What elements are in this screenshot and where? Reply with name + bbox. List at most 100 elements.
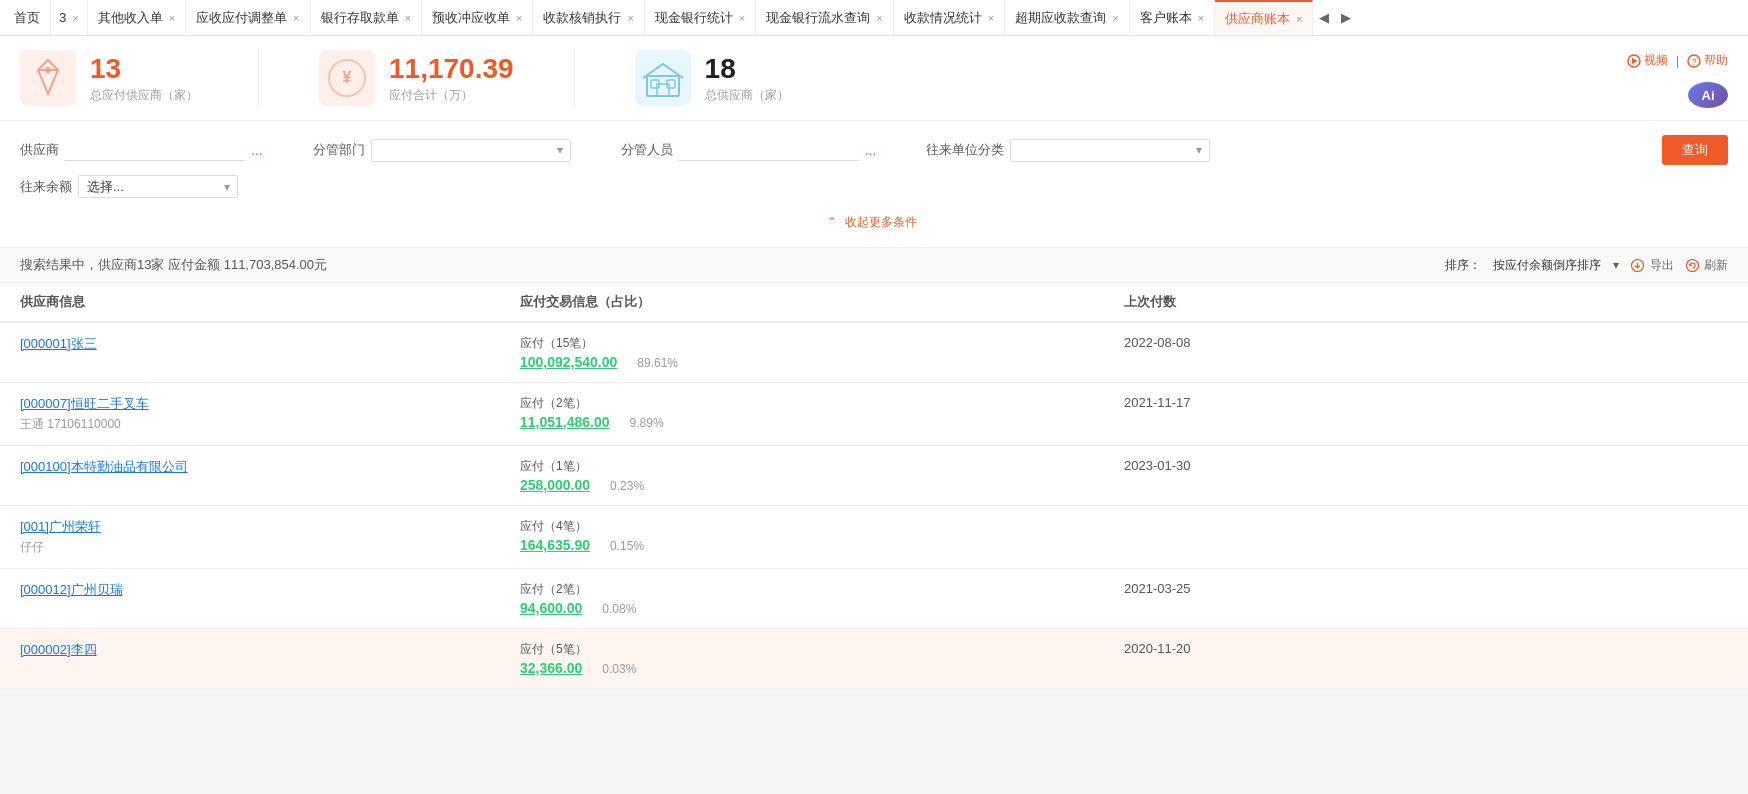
close-icon[interactable]: × <box>988 12 994 24</box>
export-button[interactable]: 导出 <box>1631 257 1673 274</box>
supplier-link[interactable]: [000001]张三 <box>20 335 520 353</box>
sort-select[interactable]: 按应付余额倒序排序 <box>1493 257 1601 274</box>
supplier-info: [001]广州荣轩 仔仔 <box>20 518 520 556</box>
nav-tab-overdue[interactable]: 超期应收款查询 × <box>1005 0 1129 36</box>
close-icon[interactable]: × <box>627 12 633 24</box>
col-header-supplier: 供应商信息 <box>20 293 520 311</box>
summary-number-3: 18 <box>705 53 789 85</box>
tx-amount[interactable]: 258,000.00 <box>520 477 590 493</box>
sort-prefix: 排序： <box>1445 257 1481 274</box>
help-link[interactable]: 帮助 <box>1704 52 1728 69</box>
supplier-info: [000001]张三 <box>20 335 520 356</box>
close-icon[interactable]: × <box>293 12 299 24</box>
tx-row: 94,600.00 0.08% <box>520 600 1124 616</box>
query-button[interactable]: 查询 <box>1662 135 1728 165</box>
nav-tab-3-label: 3 <box>59 10 66 25</box>
svg-text:?: ? <box>1691 57 1696 67</box>
tx-info: 应付（1笔） 258,000.00 0.23% <box>520 458 1124 493</box>
nav-tab-customer-account[interactable]: 客户账本 × <box>1130 0 1215 36</box>
filter-person-label: 分管人员 <box>621 141 673 159</box>
close-icon[interactable]: × <box>72 12 78 24</box>
sort-arrow-icon[interactable]: ▾ <box>1613 258 1619 272</box>
collapse-label: 收起更多条件 <box>845 215 917 229</box>
nav-tab-cashbank-flow[interactable]: 现金银行流水查询 × <box>756 0 893 36</box>
nav-tab-customer-account-label: 客户账本 <box>1140 9 1192 27</box>
supplier-input[interactable] <box>65 139 245 161</box>
result-bar: 搜索结果中，供应商13家 应付金额 111,703,854.00元 排序： 按应… <box>0 248 1748 283</box>
summary-content-3: 18 总供应商（家） <box>705 53 789 104</box>
filter-balance: 往来余额 选择... <box>20 175 238 198</box>
tx-row: 32,366.00 0.03% <box>520 660 1124 676</box>
result-actions: 排序： 按应付余额倒序排序 ▾ 导出 刷新 <box>1445 257 1728 274</box>
video-link[interactable]: 视频 <box>1644 52 1668 69</box>
nav-tab-supplier-account-label: 供应商账本 <box>1225 10 1290 28</box>
close-icon[interactable]: × <box>516 12 522 24</box>
summary-card-2: ¥ 11,170.39 应付合计（万） <box>319 50 514 106</box>
tx-amount[interactable]: 94,600.00 <box>520 600 582 616</box>
svg-point-1 <box>45 67 51 73</box>
supplier-link[interactable]: [000007]恒旺二手叉车 <box>20 395 520 413</box>
supplier-sub: 仔仔 <box>20 539 520 556</box>
tx-amount[interactable]: 32,366.00 <box>520 660 582 676</box>
table-row: [000002]李四 应付（5笔） 32,366.00 0.03% 2020-1… <box>0 629 1748 689</box>
nav-tab-collection[interactable]: 收款核销执行 × <box>533 0 644 36</box>
supplier-link[interactable]: [000012]广州贝瑞 <box>20 581 520 599</box>
nav-tab-prepay[interactable]: 预收冲应收单 × <box>422 0 533 36</box>
refresh-label: 刷新 <box>1704 258 1728 272</box>
tx-amount[interactable]: 100,092,540.00 <box>520 354 617 370</box>
tx-amount[interactable]: 164,635.90 <box>520 537 590 553</box>
tx-info: 应付（2笔） 11,051,486.00 9.89% <box>520 395 1124 430</box>
close-icon[interactable]: × <box>876 12 882 24</box>
nav-bar: 首页 3 × 其他收入单 × 应收应付调整单 × 银行存取款单 × 预收冲应收单… <box>0 0 1748 36</box>
close-icon[interactable]: × <box>169 12 175 24</box>
nav-tab-ar-ap-adjust[interactable]: 应收应付调整单 × <box>186 0 310 36</box>
close-icon[interactable]: × <box>739 12 745 24</box>
close-icon[interactable]: × <box>1198 12 1204 24</box>
nav-tab-bank-deposit[interactable]: 银行存取款单 × <box>311 0 422 36</box>
supplier-sub: 王通 17106110000 <box>20 416 520 433</box>
nav-tab-3[interactable]: 3 × <box>51 0 88 36</box>
summary-card-3: 18 总供应商（家） <box>635 50 789 106</box>
person-ellipsis-icon[interactable]: ... <box>865 142 877 158</box>
person-input[interactable] <box>679 139 859 161</box>
nav-tab-overdue-label: 超期应收款查询 <box>1015 9 1106 27</box>
result-info: 搜索结果中，供应商13家 应付金额 111,703,854.00元 <box>20 256 327 274</box>
col-header-tx: 应付交易信息（占比） <box>520 293 1124 311</box>
collapse-bar[interactable]: ⌃ 收起更多条件 <box>20 208 1728 237</box>
supplier-link[interactable]: [001]广州荣轩 <box>20 518 520 536</box>
close-icon[interactable]: × <box>1112 12 1118 24</box>
balance-select[interactable]: 选择... <box>78 175 238 198</box>
dept-select[interactable] <box>371 139 571 162</box>
nav-tab-receipt-stat[interactable]: 收款情况统计 × <box>894 0 1005 36</box>
tx-percent: 89.61% <box>637 356 678 370</box>
table-row: [000001]张三 应付（15笔） 100,092,540.00 89.61%… <box>0 323 1748 383</box>
nav-tab-ar-ap-adjust-label: 应收应付调整单 <box>196 9 287 27</box>
supplier-ellipsis-icon[interactable]: ... <box>251 142 263 158</box>
refresh-button[interactable]: 刷新 <box>1686 257 1728 274</box>
filter-category: 往来单位分类 <box>926 139 1210 162</box>
close-icon[interactable]: × <box>405 12 411 24</box>
nav-tab-home[interactable]: 首页 <box>4 0 51 36</box>
nav-tab-cashbank-stat-label: 现金银行统计 <box>655 9 733 27</box>
category-select[interactable] <box>1010 139 1210 162</box>
supplier-link[interactable]: [000100]本特勤油品有限公司 <box>20 458 520 476</box>
nav-arrow-right[interactable]: ▶ <box>1335 10 1357 25</box>
col-header-lastpay: 上次付数 <box>1124 293 1728 311</box>
supplier-link[interactable]: [000002]李四 <box>20 641 520 659</box>
nav-tab-other-income[interactable]: 其他收入单 × <box>88 0 186 36</box>
tx-info: 应付（15笔） 100,092,540.00 89.61% <box>520 335 1124 370</box>
ai-badge[interactable]: Ai <box>1688 82 1728 108</box>
nav-arrow-left[interactable]: ◀ <box>1313 10 1335 25</box>
nav-tab-cashbank-stat[interactable]: 现金银行统计 × <box>645 0 756 36</box>
supplier1-icon <box>20 50 76 106</box>
supplier-info: [000007]恒旺二手叉车 王通 17106110000 <box>20 395 520 433</box>
svg-point-16 <box>1686 259 1698 271</box>
category-select-wrapper <box>1010 139 1210 162</box>
nav-tab-bank-deposit-label: 银行存取款单 <box>321 9 399 27</box>
table-row: [000100]本特勤油品有限公司 应付（1笔） 258,000.00 0.23… <box>0 446 1748 506</box>
nav-tab-supplier-account[interactable]: 供应商账本 × <box>1215 0 1313 36</box>
divider-2 <box>574 48 575 108</box>
close-icon[interactable]: × <box>1296 13 1302 25</box>
tx-row: 258,000.00 0.23% <box>520 477 1124 493</box>
tx-amount[interactable]: 11,051,486.00 <box>520 414 610 430</box>
